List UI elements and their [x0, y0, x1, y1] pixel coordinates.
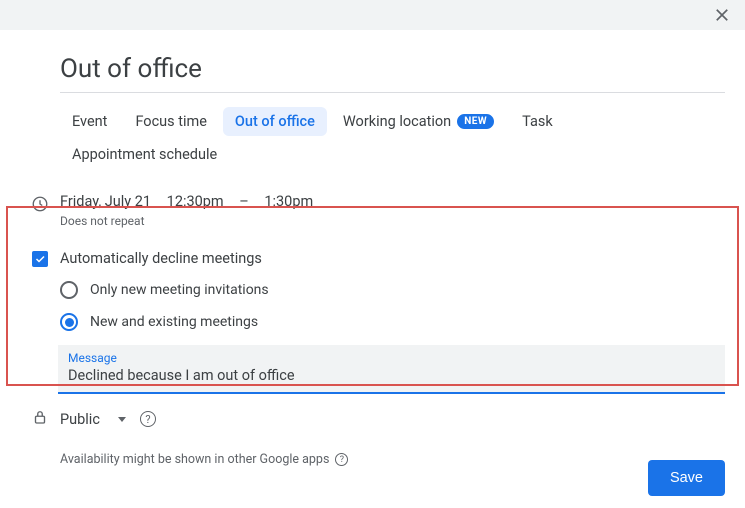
- radio-only-new-label: Only new meeting invitations: [90, 282, 269, 298]
- clock-icon: [31, 195, 49, 217]
- tab-task[interactable]: Task: [510, 107, 565, 136]
- radio-icon: [60, 281, 78, 299]
- page-title: Out of office: [60, 54, 725, 84]
- visibility-select[interactable]: Public: [60, 411, 126, 428]
- tabs: Event Focus time Out of office Working l…: [60, 93, 725, 177]
- tab-event[interactable]: Event: [60, 107, 119, 136]
- repeat-label[interactable]: Does not repeat: [60, 214, 725, 228]
- chevron-down-icon: [118, 417, 126, 422]
- lock-icon: [31, 408, 49, 430]
- visibility-value: Public: [60, 411, 100, 428]
- decline-message-field[interactable]: Message: [58, 345, 725, 394]
- help-icon[interactable]: ?: [140, 411, 156, 427]
- date-end: 1:30pm: [264, 193, 313, 210]
- date-time-line[interactable]: Friday, July 21 12:30pm – 1:30pm: [60, 193, 725, 210]
- tab-appointment-schedule[interactable]: Appointment schedule: [60, 140, 229, 169]
- auto-decline-checkbox[interactable]: [32, 251, 48, 267]
- availability-note-text: Availability might be shown in other Goo…: [60, 452, 329, 467]
- radio-only-new[interactable]: Only new meeting invitations: [60, 281, 725, 299]
- date-sep: –: [239, 193, 249, 210]
- radio-new-existing-label: New and existing meetings: [90, 314, 258, 330]
- radio-icon: [60, 313, 78, 331]
- save-button[interactable]: Save: [648, 460, 725, 496]
- tab-working-location[interactable]: Working location NEW: [331, 107, 506, 136]
- tab-out-of-office[interactable]: Out of office: [223, 107, 327, 136]
- auto-decline-label: Automatically decline meetings: [60, 250, 262, 267]
- tab-working-location-label: Working location: [343, 113, 451, 130]
- decline-message-input[interactable]: [68, 365, 715, 384]
- tab-focus-time[interactable]: Focus time: [123, 107, 218, 136]
- close-icon[interactable]: [713, 6, 731, 24]
- date-day: Friday, July 21: [60, 193, 151, 210]
- new-badge: NEW: [457, 114, 494, 129]
- radio-new-existing[interactable]: New and existing meetings: [60, 313, 725, 331]
- message-label: Message: [68, 351, 715, 365]
- date-start: 12:30pm: [167, 193, 224, 210]
- help-icon[interactable]: ?: [335, 453, 348, 466]
